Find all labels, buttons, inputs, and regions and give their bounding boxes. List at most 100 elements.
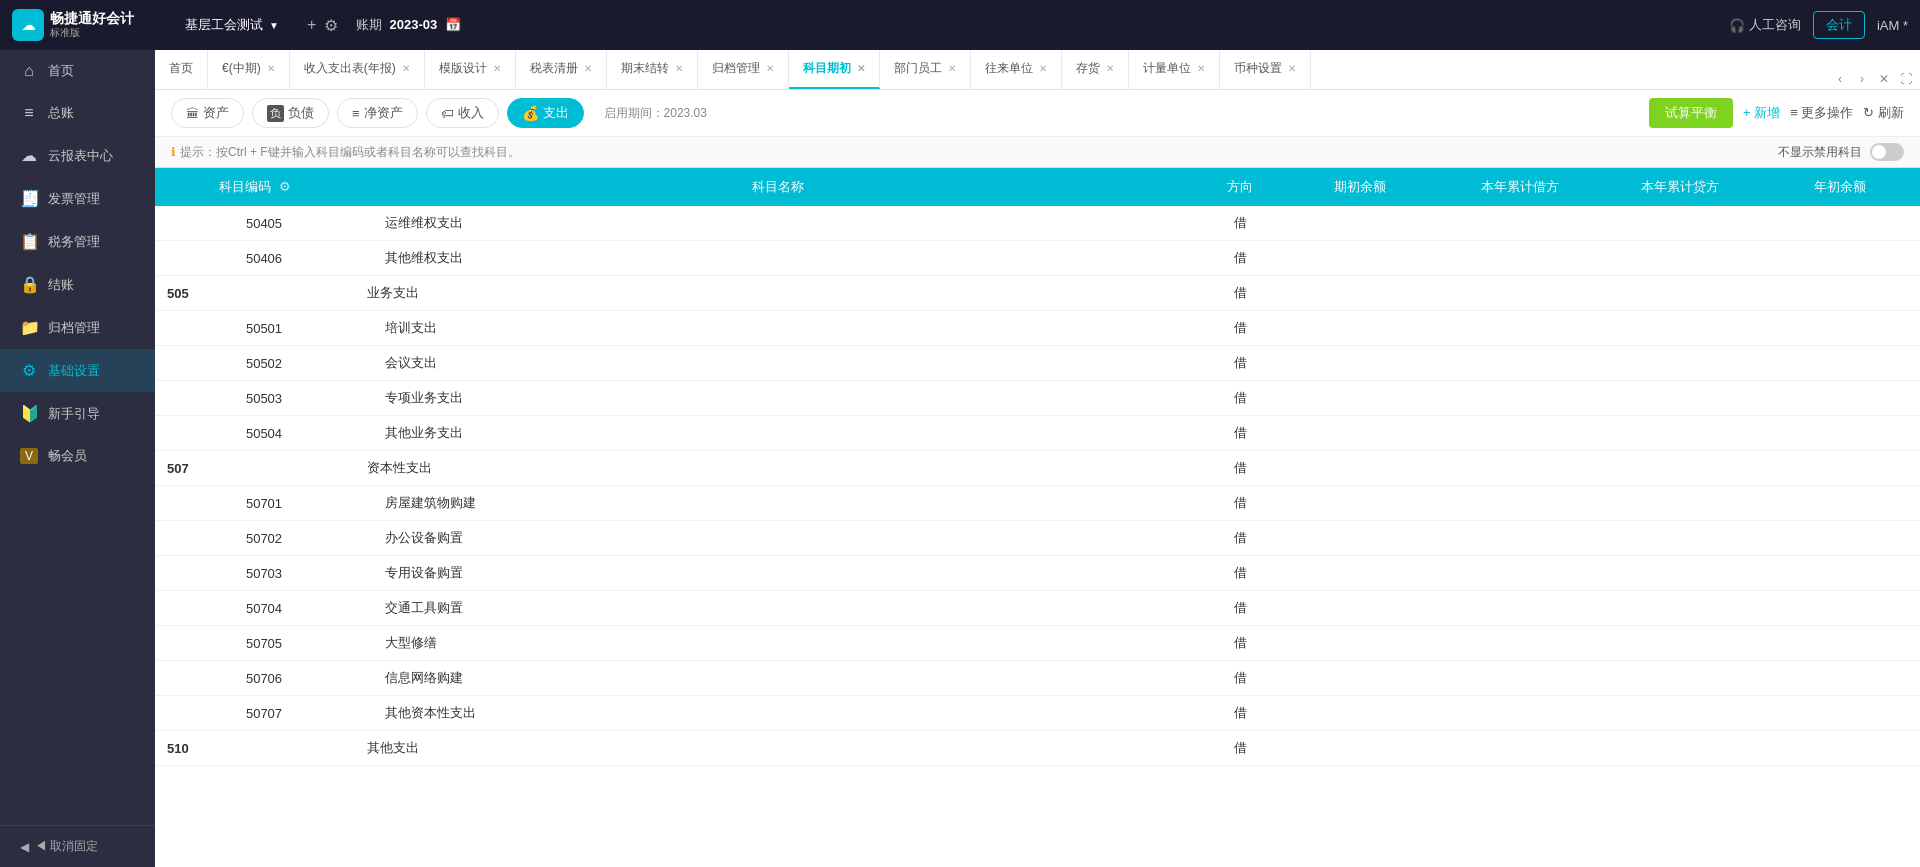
top-right: 🎧 人工咨询 会计 iAM * [1729, 11, 1908, 39]
more-button[interactable]: ≡ 更多操作 [1790, 104, 1853, 122]
sidebar-item-guide[interactable]: 🔰 新手引导 [0, 392, 155, 435]
tab-close-unit[interactable]: ✕ [1197, 63, 1205, 74]
tab-partners[interactable]: 往来单位 ✕ [971, 50, 1062, 89]
tab-filing[interactable]: 归档管理 ✕ [698, 50, 789, 89]
table-row[interactable]: 507 资本性支出 借 [155, 451, 1920, 486]
tab-close-annual[interactable]: ✕ [402, 63, 410, 74]
tab-scroll-right[interactable]: › [1852, 69, 1872, 89]
sidebar-label-archive: 归档管理 [48, 319, 100, 337]
sidebar-item-tax[interactable]: 📋 税务管理 [0, 220, 155, 263]
tab-close-dept[interactable]: ✕ [948, 63, 956, 74]
sidebar-item-ledger[interactable]: ≡ 总账 [0, 92, 155, 134]
sidebar-collapse-button[interactable]: ◀ ◀ 取消固定 [0, 825, 155, 867]
sidebar-item-invoice[interactable]: 🧾 发票管理 [0, 177, 155, 220]
project-name: 基层工会测试 [185, 16, 263, 34]
table-row[interactable]: 50706 信息网络购建 借 [155, 661, 1920, 696]
table-row[interactable]: 50406 其他维权支出 借 [155, 241, 1920, 276]
table-row[interactable]: 50704 交通工具购置 借 [155, 591, 1920, 626]
tab-expand[interactable]: ⛶ [1896, 69, 1916, 89]
sub-tab-expenditure[interactable]: 💰 支出 [507, 98, 584, 128]
cell-code: 505 [155, 276, 355, 311]
tab-dept-staff[interactable]: 部门员工 ✕ [880, 50, 971, 89]
sidebar-item-close[interactable]: 🔒 结账 [0, 263, 155, 306]
sidebar-bottom-label: ◀ 取消固定 [35, 838, 98, 855]
sub-tab-liabilities[interactable]: 负 负债 [252, 98, 329, 128]
balance-button[interactable]: 试算平衡 [1649, 98, 1733, 128]
table-row[interactable]: 50703 专用设备购置 借 [155, 556, 1920, 591]
tab-close-template[interactable]: ✕ [493, 63, 501, 74]
collapse-icon: ◀ [20, 840, 29, 854]
table-row[interactable]: 50707 其他资本性支出 借 [155, 696, 1920, 731]
tab-close-period[interactable]: ✕ [675, 63, 683, 74]
logo-area: ☁ 畅捷通好会计 标准版 [12, 9, 167, 41]
tab-inventory[interactable]: 存货 ✕ [1062, 50, 1129, 89]
settings-icon[interactable]: ⚙ [324, 16, 338, 35]
sub-tab-net-assets[interactable]: ≡ 净资产 [337, 98, 418, 128]
tab-template[interactable]: 模版设计 ✕ [425, 50, 516, 89]
account-button[interactable]: 会计 [1813, 11, 1865, 39]
tab-close-filing[interactable]: ✕ [766, 63, 774, 74]
cell-direction: 借 [1200, 556, 1280, 591]
table-row[interactable]: 50501 培训支出 借 [155, 311, 1920, 346]
cloud-icon: ☁ [20, 146, 38, 165]
tab-close-currency[interactable]: ✕ [1288, 63, 1296, 74]
add-button[interactable]: + 新增 [1743, 104, 1780, 122]
sidebar-label-close: 结账 [48, 276, 74, 294]
tab-period-close[interactable]: 期末结转 ✕ [607, 50, 698, 89]
sidebar-item-member[interactable]: V 畅会员 [0, 435, 155, 477]
gear-icon: ⚙ [20, 361, 38, 380]
cell-balance [1280, 206, 1440, 241]
cell-direction: 借 [1200, 451, 1280, 486]
cell-yearly-credit [1600, 591, 1760, 626]
sidebar-item-home[interactable]: ⌂ 首页 [0, 50, 155, 92]
help-button[interactable]: 🎧 人工咨询 [1729, 16, 1801, 34]
table-row[interactable]: 50702 办公设备购置 借 [155, 521, 1920, 556]
cell-name: 会议支出 [355, 346, 1200, 381]
sidebar-item-reports[interactable]: ☁ 云报表中心 [0, 134, 155, 177]
tab-home[interactable]: 首页 [155, 50, 208, 89]
headphone-icon: 🎧 [1729, 18, 1745, 33]
cell-name: 其他支出 [355, 731, 1200, 766]
tab-tax-list[interactable]: 税表清册 ✕ [516, 50, 607, 89]
sub-tab-income[interactable]: 🏷 收入 [426, 98, 499, 128]
column-settings-icon[interactable]: ⚙ [279, 179, 291, 194]
table-row[interactable]: 50705 大型修缮 借 [155, 626, 1920, 661]
cell-yearly-debit [1440, 451, 1600, 486]
disabled-toggle[interactable] [1870, 143, 1904, 161]
add-tab-icon[interactable]: + [307, 16, 316, 34]
table-row[interactable]: 50701 房屋建筑物购建 借 [155, 486, 1920, 521]
cell-year-start [1760, 241, 1920, 276]
chevron-down-icon: ▼ [269, 20, 279, 31]
table-row[interactable]: 50405 运维维权支出 借 [155, 206, 1920, 241]
tab-close-inventory[interactable]: ✕ [1106, 63, 1114, 74]
table-row[interactable]: 505 业务支出 借 [155, 276, 1920, 311]
table-row[interactable]: 510 其他支出 借 [155, 731, 1920, 766]
content-area: 首页 €(中期) ✕ 收入支出表(年报) ✕ 模版设计 ✕ 税表清册 ✕ [155, 50, 1920, 867]
sidebar-item-archive[interactable]: 📁 归档管理 [0, 306, 155, 349]
tab-close-tax-list[interactable]: ✕ [584, 63, 592, 74]
tab-close-all[interactable]: ✕ [1874, 69, 1894, 89]
cell-balance [1280, 731, 1440, 766]
table-row[interactable]: 50504 其他业务支出 借 [155, 416, 1920, 451]
tab-unit[interactable]: 计量单位 ✕ [1129, 50, 1220, 89]
tab-nav-buttons: ‹ › ✕ ⛶ [1830, 69, 1920, 89]
tab-close-partners[interactable]: ✕ [1039, 63, 1047, 74]
tab-currency[interactable]: 币种设置 ✕ [1220, 50, 1311, 89]
tab-subject-init[interactable]: 科目期初 ✕ [789, 50, 880, 89]
app-subtitle: 标准版 [50, 26, 134, 40]
tab-annual-report[interactable]: 收入支出表(年报) ✕ [290, 50, 425, 89]
tab-close-midterm[interactable]: ✕ [267, 63, 275, 74]
table-row[interactable]: 50502 会议支出 借 [155, 346, 1920, 381]
refresh-button[interactable]: ↻ 刷新 [1863, 104, 1904, 122]
sub-tab-assets[interactable]: 🏛 资产 [171, 98, 244, 128]
table-row[interactable]: 50503 专项业务支出 借 [155, 381, 1920, 416]
cell-balance [1280, 311, 1440, 346]
tab-close-subject[interactable]: ✕ [857, 63, 865, 74]
project-selector[interactable]: 基层工会测试 ▼ [177, 12, 287, 38]
sidebar-item-settings[interactable]: ⚙ 基础设置 [0, 349, 155, 392]
cell-yearly-credit [1600, 311, 1760, 346]
cell-name: 业务支出 [355, 276, 1200, 311]
tab-scroll-left[interactable]: ‹ [1830, 69, 1850, 89]
tab-midterm[interactable]: €(中期) ✕ [208, 50, 290, 89]
invoice-icon: 🧾 [20, 189, 38, 208]
